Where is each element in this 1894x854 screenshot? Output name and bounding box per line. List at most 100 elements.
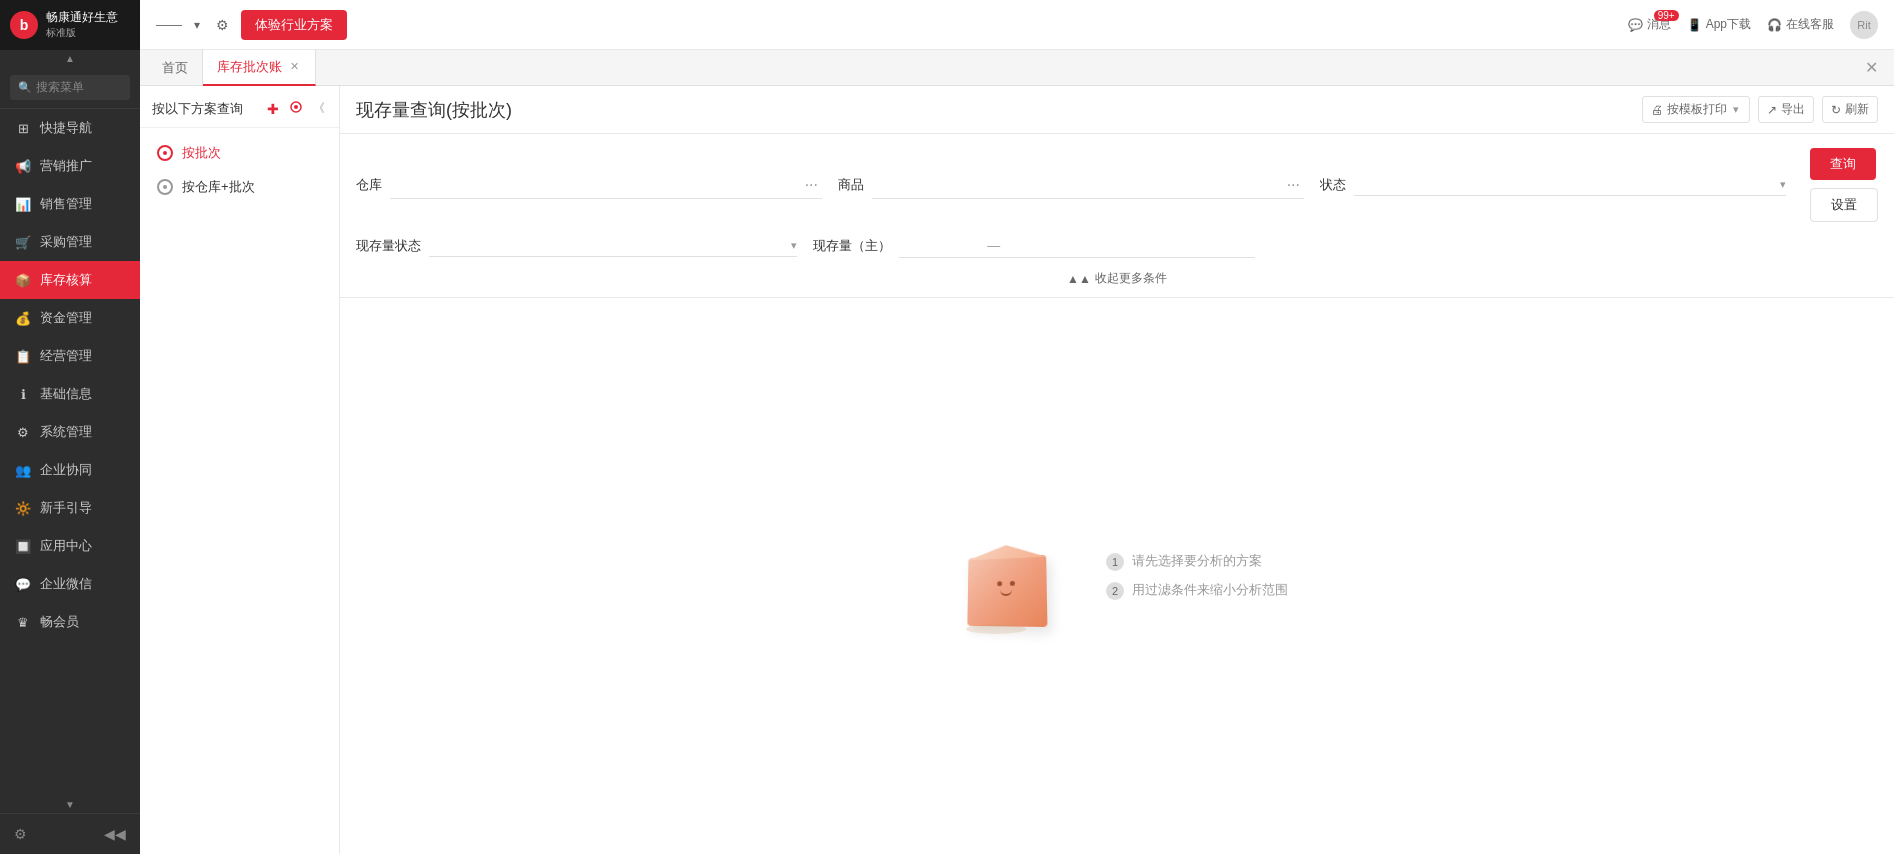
inventory-qty-label: 现存量（主） — [813, 237, 891, 255]
purchase-icon: 🛒 — [14, 233, 32, 251]
svg-point-2 — [163, 151, 167, 155]
messages-btn[interactable]: 💬 消息 99+ — [1628, 16, 1671, 33]
sidebar-item-enterprise[interactable]: 👥 企业协同 — [0, 451, 140, 489]
empty-shadow-graphic — [966, 624, 1026, 634]
sidebar-nav: ⊞ 快捷导航 📢 营销推广 📊 销售管理 🛒 采购管理 📦 库存核算 💰 资金管… — [0, 109, 140, 796]
inventory-status-select[interactable]: ▾ — [429, 235, 797, 257]
sidebar-item-marketing[interactable]: 📢 营销推广 — [0, 147, 140, 185]
product-input-wrap[interactable]: ··· — [872, 172, 1304, 199]
search-icon: 🔍 — [18, 81, 32, 94]
product-input[interactable] — [872, 177, 1283, 192]
inventory-qty-sep: — — [979, 238, 1008, 253]
empty-text: 1 请先选择要分析的方案 2 用过滤条件来缩小分析范围 — [1106, 552, 1288, 600]
sidebar-item-purchase[interactable]: 🛒 采购管理 — [0, 223, 140, 261]
sidebar-item-member[interactable]: ♛ 畅会员 — [0, 603, 140, 641]
filter-settings-btn[interactable]: 设置 — [1810, 188, 1878, 222]
sidebar: b 畅康通好生意 标准版 ▲ 🔍 搜索菜单 ⊞ 快捷导航 📢 营销推广 📊 销售… — [0, 0, 140, 854]
sidebar-item-label-app-center: 应用中心 — [40, 537, 92, 555]
refresh-btn-label: 刷新 — [1845, 101, 1869, 118]
app-download-btn[interactable]: 📱 App下载 — [1687, 16, 1751, 33]
tab-home[interactable]: 首页 — [148, 50, 203, 86]
topbar-gear-btn[interactable]: ⚙ — [212, 13, 233, 37]
app-download-label: App下载 — [1706, 16, 1751, 33]
sidebar-search[interactable]: 🔍 搜索菜单 — [0, 67, 140, 109]
sidebar-item-newbie[interactable]: 🔆 新手引导 — [0, 489, 140, 527]
wechat-icon: 💬 — [14, 575, 32, 593]
collapse-chevron-icon: ▲▲ — [1067, 272, 1091, 286]
sidebar-item-wechat[interactable]: 💬 企业微信 — [0, 565, 140, 603]
inventory-qty-from-input[interactable] — [899, 238, 979, 253]
sidebar-item-label-wechat: 企业微信 — [40, 575, 92, 593]
left-panel-actions: ✚ 《 — [265, 98, 327, 119]
tabs-bar: 首页 库存批次账 ✕ ✕ — [140, 50, 1894, 86]
sidebar-item-sales[interactable]: 📊 销售管理 — [0, 185, 140, 223]
empty-state: 1 请先选择要分析的方案 2 用过滤条件来缩小分析范围 — [340, 298, 1894, 854]
by-warehouse-batch-scheme-icon — [156, 178, 174, 196]
warehouse-label: 仓库 — [356, 176, 382, 194]
sidebar-scroll-up[interactable]: ▲ — [0, 50, 140, 67]
breadcrumb: —— — [156, 17, 182, 32]
breadcrumb-dropdown-btn[interactable]: ▾ — [190, 16, 204, 34]
sidebar-item-label-quick-nav: 快捷导航 — [40, 119, 92, 137]
warehouse-input[interactable] — [390, 177, 801, 192]
scheme-item-by-batch[interactable]: 按批次 — [140, 136, 339, 170]
hint-text-1: 请先选择要分析的方案 — [1132, 552, 1262, 570]
tabs-close-all-icon[interactable]: ✕ — [1857, 54, 1886, 81]
export-icon: ↗ — [1767, 103, 1777, 117]
tab-close-icon[interactable]: ✕ — [288, 60, 301, 73]
status-select[interactable]: ▾ — [1354, 174, 1786, 196]
filter-row-2: 现存量状态 ▾ 现存量（主） — — [356, 234, 1878, 258]
by-batch-scheme-icon — [156, 144, 174, 162]
add-scheme-btn[interactable]: ✚ — [265, 99, 281, 119]
footer-settings-icon[interactable]: ⚙ — [10, 822, 31, 846]
filter-actions: 查询 设置 — [1810, 148, 1878, 222]
sales-icon: 📊 — [14, 195, 32, 213]
search-menu-button[interactable]: 🔍 搜索菜单 — [10, 75, 130, 100]
print-btn-label: 按模板打印 — [1667, 101, 1727, 118]
sidebar-item-operation[interactable]: 📋 经营管理 — [0, 337, 140, 375]
app-logo: b — [10, 11, 38, 39]
filter-row-1: 仓库 ··· 商品 ··· 状态 — [356, 148, 1878, 222]
query-btn[interactable]: 查询 — [1810, 148, 1876, 180]
status-label: 状态 — [1320, 176, 1346, 194]
refresh-icon: ↻ — [1831, 103, 1841, 117]
scheme-settings-btn[interactable] — [287, 98, 305, 119]
company-name: 畅康通好生意 — [46, 10, 118, 26]
sidebar-item-basic[interactable]: ℹ 基础信息 — [0, 375, 140, 413]
scheme-list: 按批次 按仓库+批次 — [140, 128, 339, 854]
product-more-btn[interactable]: ··· — [1283, 176, 1304, 194]
print-btn[interactable]: 🖨 按模板打印 ▾ — [1642, 96, 1750, 123]
export-btn[interactable]: ↗ 导出 — [1758, 96, 1814, 123]
online-service-btn[interactable]: 🎧 在线客服 — [1767, 16, 1834, 33]
sidebar-item-system[interactable]: ⚙ 系统管理 — [0, 413, 140, 451]
warehouse-input-wrap[interactable]: ··· — [390, 172, 822, 199]
newbie-icon: 🔆 — [14, 499, 32, 517]
sidebar-item-quick-nav[interactable]: ⊞ 快捷导航 — [0, 109, 140, 147]
sidebar-item-label-purchase: 采购管理 — [40, 233, 92, 251]
empty-face-graphic — [991, 581, 1021, 601]
footer-collapse-icon[interactable]: ◀◀ — [100, 822, 130, 846]
sidebar-item-app-center[interactable]: 🔲 应用中心 — [0, 527, 140, 565]
sidebar-title-block: 畅康通好生意 标准版 — [46, 10, 118, 40]
trial-btn[interactable]: 体验行业方案 — [241, 10, 347, 40]
refresh-btn[interactable]: ↻ 刷新 — [1822, 96, 1878, 123]
online-service-label: 在线客服 — [1786, 16, 1834, 33]
system-icon: ⚙ — [14, 423, 32, 441]
warehouse-more-btn[interactable]: ··· — [801, 176, 822, 194]
sidebar-item-inventory[interactable]: 📦 库存核算 — [0, 261, 140, 299]
left-panel-collapse-icon[interactable]: 《 — [311, 98, 327, 119]
app-version: 标准版 — [46, 26, 118, 40]
inventory-qty-to-input[interactable] — [1008, 238, 1088, 253]
filter-collapse-btn[interactable]: ▲▲ 收起更多条件 — [356, 270, 1878, 287]
print-dropdown-btn[interactable]: ▾ — [1731, 103, 1741, 116]
tab-inventory-batch[interactable]: 库存批次账 ✕ — [203, 50, 316, 86]
phone-icon: 📱 — [1687, 18, 1702, 32]
marketing-icon: 📢 — [14, 157, 32, 175]
sidebar-item-finance[interactable]: 💰 资金管理 — [0, 299, 140, 337]
sidebar-scroll-down[interactable]: ▼ — [0, 796, 140, 813]
app-center-icon: 🔲 — [14, 537, 32, 555]
empty-eyes-graphic — [997, 581, 1015, 586]
user-avatar-btn[interactable]: Rit — [1850, 11, 1878, 39]
scheme-item-by-warehouse-batch[interactable]: 按仓库+批次 — [140, 170, 339, 204]
page-title-bar: 现存量查询(按批次) 🖨 按模板打印 ▾ ↗ 导出 ↻ 刷新 — [340, 86, 1894, 134]
